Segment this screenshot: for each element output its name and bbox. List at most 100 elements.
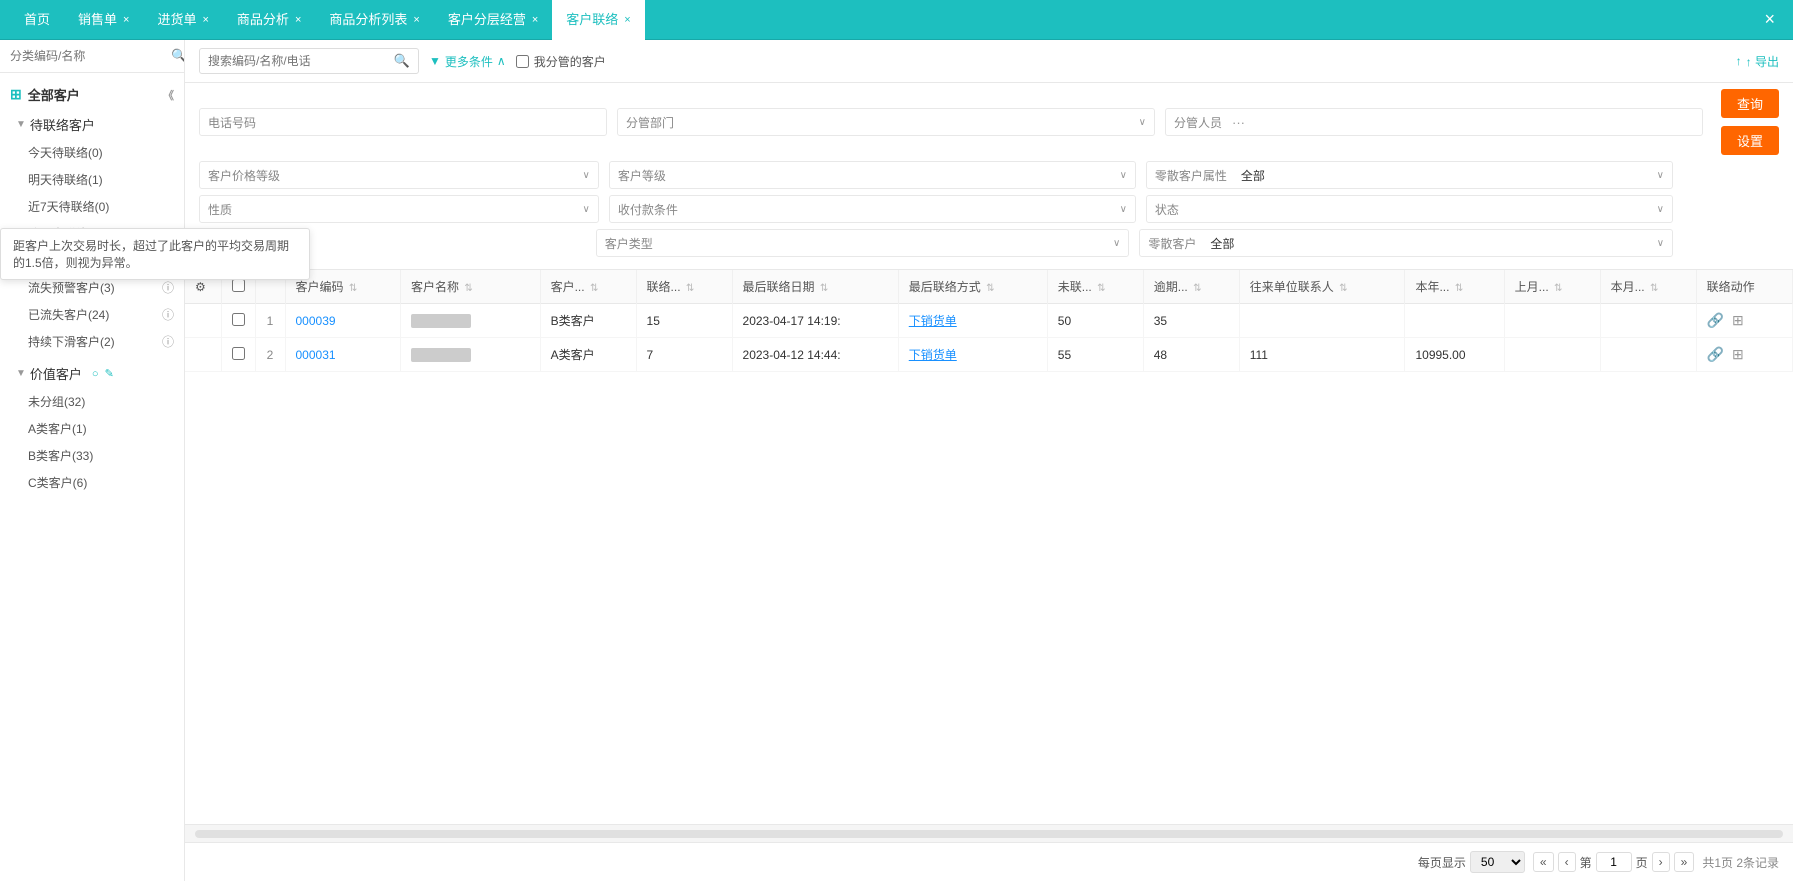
th-last-contact-date[interactable]: 最后联络日期 ⇅ <box>732 270 898 304</box>
prev-page-button[interactable]: ‹ <box>1558 852 1576 872</box>
export-button[interactable]: ↑ ↑ 导出 <box>1736 53 1779 70</box>
last-month-sort-icon[interactable]: ⇅ <box>1554 283 1562 294</box>
overdue-sort-icon[interactable]: ⇅ <box>1193 283 1201 294</box>
retail-dropdown-icon[interactable]: ∨ <box>1657 238 1664 249</box>
window-close-button[interactable]: × <box>1756 9 1783 30</box>
grade-dropdown-icon[interactable]: ∨ <box>1120 170 1127 181</box>
td-method-1[interactable]: 下销货单 <box>898 304 1047 338</box>
th-name[interactable]: 客户名称 ⇅ <box>401 270 541 304</box>
value-group-edit-icon[interactable]: ○ <box>92 368 99 380</box>
this-year-sort-icon[interactable]: ⇅ <box>1455 283 1463 294</box>
link-icon-2[interactable]: 🔗 <box>1707 346 1724 363</box>
nav-product-analysis[interactable]: 商品分析 × <box>223 0 315 40</box>
sidebar-persistent-decline[interactable]: 持续下滑客户(2) ⓘ <box>0 328 184 355</box>
nav-sales[interactable]: 销售单 × <box>64 0 143 40</box>
my-customers-filter[interactable]: 我分管的客户 <box>516 53 606 70</box>
phone-filter[interactable]: 电话号码 <box>199 108 607 136</box>
settings-button[interactable]: 设置 <box>1721 126 1779 155</box>
first-page-button[interactable]: « <box>1533 852 1554 872</box>
th-last-month[interactable]: 上月... ⇅ <box>1504 270 1600 304</box>
horizontal-scrollbar[interactable] <box>195 830 1783 838</box>
sidebar-search-icon[interactable]: 🔍 <box>171 48 185 64</box>
this-month-sort-icon[interactable]: ⇅ <box>1650 283 1658 294</box>
th-overdue[interactable]: 逾期... ⇅ <box>1143 270 1239 304</box>
gear-icon[interactable]: ⚙ <box>195 280 206 294</box>
unit-contact-sort-icon[interactable]: ⇅ <box>1339 283 1347 294</box>
page-size-dropdown[interactable]: 50 100 200 <box>1470 851 1525 873</box>
nav-customer-mgmt-close[interactable]: × <box>532 0 538 40</box>
person-dots-button[interactable]: ··· <box>1232 115 1245 130</box>
last-date-sort-icon[interactable]: ⇅ <box>820 283 828 294</box>
status-filter[interactable]: 状态 ∨ <box>1146 195 1673 223</box>
pay-condition-dropdown-icon[interactable]: ∨ <box>1120 204 1127 215</box>
method-sort-icon[interactable]: ⇅ <box>986 283 994 294</box>
sidebar-a-class[interactable]: A类客户(1) <box>0 415 184 442</box>
sidebar-7day-pending[interactable]: 近7天待联络(0) <box>0 193 184 220</box>
grade-filter[interactable]: 客户等级 ∨ <box>609 161 1136 189</box>
td-code-2[interactable]: 000031 <box>285 338 401 372</box>
customer-type-filter[interactable]: 客户类型 ∨ <box>596 229 1130 257</box>
sidebar-all-customers[interactable]: ⊞ 全部客户 《 <box>0 79 184 110</box>
more-conditions-button[interactable]: ▼ 更多条件 ∧ <box>429 53 506 70</box>
nav-product-list[interactable]: 商品分析列表 × <box>315 0 433 40</box>
row1-checkbox[interactable] <box>232 313 245 326</box>
price-grade-filter[interactable]: 客户价格等级 ∨ <box>199 161 599 189</box>
nav-customer-contact-close[interactable]: × <box>624 0 630 40</box>
select-all-checkbox[interactable] <box>232 279 245 292</box>
grid-action-icon-1[interactable]: ⊞ <box>1732 312 1744 329</box>
nav-sales-close[interactable]: × <box>123 0 129 40</box>
nav-customer-contact[interactable]: 客户联络 × <box>552 0 644 40</box>
dept-dropdown-icon[interactable]: ∨ <box>1139 117 1146 128</box>
next-page-button[interactable]: › <box>1652 852 1670 872</box>
th-this-month[interactable]: 本月... ⇅ <box>1600 270 1696 304</box>
dept-filter[interactable]: 分管部门 ∨ <box>617 108 1155 136</box>
person-filter[interactable]: 分管人员 ··· <box>1165 108 1703 136</box>
sidebar-pending-group[interactable]: ▼ 待联络客户 <box>0 110 184 139</box>
nav-purchase-close[interactable]: × <box>202 0 208 40</box>
nav-customer-mgmt[interactable]: 客户分层经营 × <box>434 0 552 40</box>
type-sort-icon[interactable]: ⇅ <box>590 283 598 294</box>
price-grade-dropdown-icon[interactable]: ∨ <box>582 170 589 181</box>
th-contact[interactable]: 联络... ⇅ <box>636 270 732 304</box>
sidebar-tomorrow-pending[interactable]: 明天待联络(1) <box>0 166 184 193</box>
customer-type-dropdown-icon[interactable]: ∨ <box>1113 238 1120 249</box>
grid-action-icon-2[interactable]: ⊞ <box>1732 346 1744 363</box>
th-last-contact-method[interactable]: 最后联络方式 ⇅ <box>898 270 1047 304</box>
status-dropdown-icon[interactable]: ∨ <box>1657 204 1664 215</box>
sidebar-already-lost[interactable]: 已流失客户(24) ⓘ <box>0 301 184 328</box>
sidebar-ungrouped[interactable]: 未分组(32) <box>0 388 184 415</box>
page-number-input[interactable] <box>1596 852 1632 872</box>
sidebar-value-group[interactable]: ▼ 价值客户 ○ ✎ <box>0 359 184 388</box>
not-contacted-sort-icon[interactable]: ⇅ <box>1097 283 1105 294</box>
sidebar-b-class[interactable]: B类客户(33) <box>0 442 184 469</box>
gender-dropdown-icon[interactable]: ∨ <box>582 204 589 215</box>
row2-checkbox[interactable] <box>232 347 245 360</box>
last-page-button[interactable]: » <box>1674 852 1695 872</box>
query-button[interactable]: 查询 <box>1721 89 1779 118</box>
nav-purchase[interactable]: 进货单 × <box>143 0 222 40</box>
nav-home[interactable]: 首页 <box>10 0 64 40</box>
link-icon-1[interactable]: 🔗 <box>1707 312 1724 329</box>
sidebar-today-pending[interactable]: 今天待联络(0) <box>0 139 184 166</box>
retail-filter[interactable]: 零散客户 全部 ∨ <box>1139 229 1673 257</box>
td-code-1[interactable]: 000039 <box>285 304 401 338</box>
retail-attr-filter[interactable]: 零散客户属性 全部 ∨ <box>1146 161 1673 189</box>
gender-filter[interactable]: 性质 ∨ <box>199 195 599 223</box>
td-method-2[interactable]: 下销货单 <box>898 338 1047 372</box>
contact-sort-icon[interactable]: ⇅ <box>686 283 694 294</box>
sidebar-search-input[interactable] <box>10 49 165 63</box>
sidebar-c-class[interactable]: C类客户(6) <box>0 469 184 496</box>
value-group-settings-icon[interactable]: ✎ <box>105 367 114 380</box>
th-customer-type[interactable]: 客户... ⇅ <box>540 270 636 304</box>
my-customers-checkbox[interactable] <box>516 55 529 68</box>
main-search-input[interactable] <box>208 54 388 68</box>
th-unit-contact[interactable]: 往来单位联系人 ⇅ <box>1239 270 1405 304</box>
name-sort-icon[interactable]: ⇅ <box>464 283 472 294</box>
code-sort-icon[interactable]: ⇅ <box>349 283 357 294</box>
retail-attr-dropdown-icon[interactable]: ∨ <box>1657 170 1664 181</box>
th-not-contacted[interactable]: 未联... ⇅ <box>1047 270 1143 304</box>
nav-product-analysis-close[interactable]: × <box>295 0 301 40</box>
nav-product-list-close[interactable]: × <box>413 0 419 40</box>
th-this-year[interactable]: 本年... ⇅ <box>1405 270 1504 304</box>
main-search-icon[interactable]: 🔍 <box>394 53 410 69</box>
